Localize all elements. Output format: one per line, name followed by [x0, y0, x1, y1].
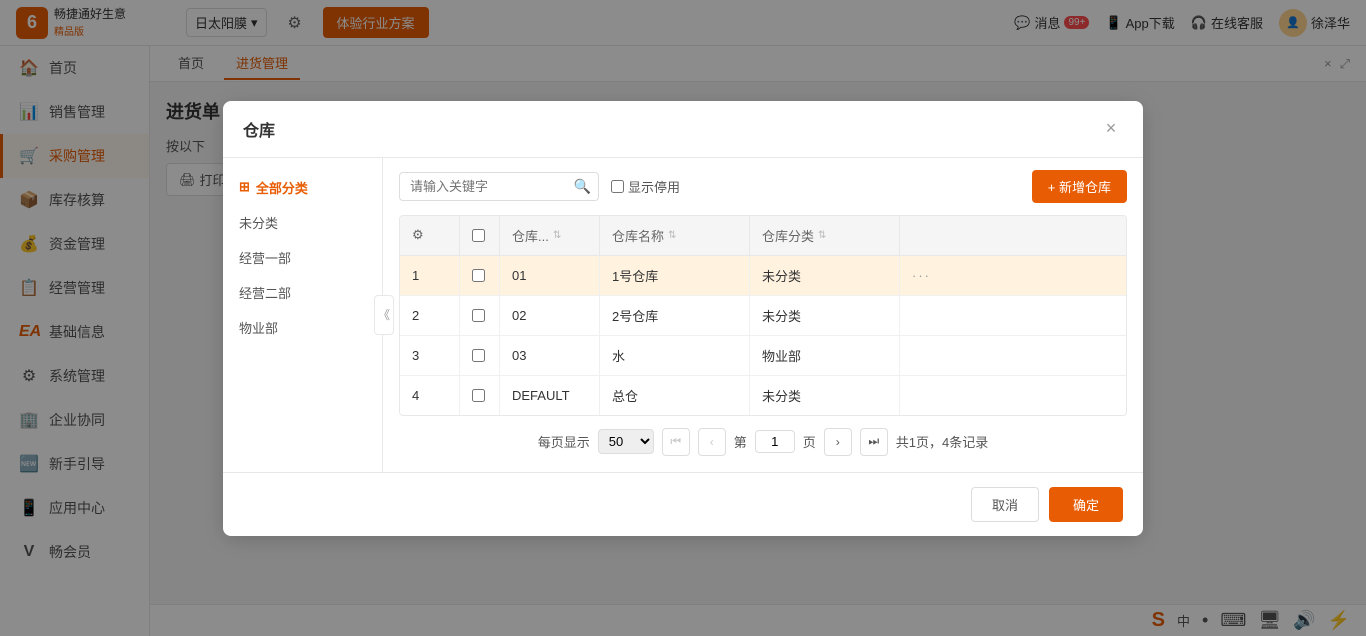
- show-disabled-checkbox[interactable]: [611, 180, 624, 193]
- search-input-wrap: 🔍: [399, 172, 599, 201]
- col-name[interactable]: 仓库名称 ⇅: [600, 216, 750, 255]
- cell-index-4: 4: [400, 376, 460, 415]
- table-row[interactable]: 1 01 1号仓库 未分类 ···: [400, 256, 1126, 296]
- cell-checkbox-4[interactable]: [460, 376, 500, 415]
- show-disabled-label[interactable]: 显示停用: [611, 177, 680, 196]
- row-checkbox-4[interactable]: [472, 389, 485, 402]
- col-action: [900, 216, 1126, 255]
- table-header: ⚙ 仓库... ⇅ 仓库名称 ⇅ 仓库分类: [400, 216, 1126, 256]
- category-collapse-button[interactable]: 《: [374, 295, 394, 335]
- row-checkbox-2[interactable]: [472, 309, 485, 322]
- category-item-property[interactable]: 物业部: [223, 310, 382, 345]
- col-category[interactable]: 仓库分类 ⇅: [750, 216, 900, 255]
- cell-name-1: 1号仓库: [600, 256, 750, 295]
- modal-header: 仓库 ×: [223, 101, 1143, 158]
- page-number-input[interactable]: [755, 430, 795, 453]
- cell-action-3: [900, 336, 1126, 375]
- first-page-btn[interactable]: ⏮: [662, 428, 690, 456]
- confirm-button[interactable]: 确定: [1049, 487, 1123, 522]
- cell-index-3: 3: [400, 336, 460, 375]
- cell-action-1: ···: [900, 256, 1126, 295]
- cell-cat-2: 未分类: [750, 296, 900, 335]
- row-action-1[interactable]: ···: [912, 268, 931, 283]
- cell-cat-4: 未分类: [750, 376, 900, 415]
- cell-code-4: DEFAULT: [500, 376, 600, 415]
- cell-index-2: 2: [400, 296, 460, 335]
- cell-checkbox-1[interactable]: [460, 256, 500, 295]
- cell-code-2: 02: [500, 296, 600, 335]
- prev-page-btn[interactable]: ‹: [698, 428, 726, 456]
- page-prefix: 第: [734, 432, 747, 451]
- cell-name-4: 总仓: [600, 376, 750, 415]
- category-item-unclassified[interactable]: 未分类: [223, 205, 382, 240]
- category-item-ops1[interactable]: 经营一部: [223, 240, 382, 275]
- cancel-button[interactable]: 取消: [971, 487, 1039, 522]
- cell-checkbox-3[interactable]: [460, 336, 500, 375]
- cell-cat-1: 未分类: [750, 256, 900, 295]
- modal-title: 仓库: [243, 117, 275, 141]
- category-item-ops2[interactable]: 经营二部: [223, 275, 382, 310]
- per-page-select[interactable]: 50 100: [598, 429, 654, 454]
- cell-name-3: 水: [600, 336, 750, 375]
- modal-body: ⊞ 全部分类 未分类 经营一部 经营二部 物业部 《 🔍: [223, 158, 1143, 472]
- table-row[interactable]: 2 02 2号仓库 未分类: [400, 296, 1126, 336]
- cell-code-1: 01: [500, 256, 600, 295]
- grid-icon: ⊞: [239, 179, 250, 195]
- content-panel: 🔍 显示停用 + 新增仓库 ⚙: [383, 158, 1143, 472]
- col-checkbox: [460, 216, 500, 255]
- col-settings: ⚙: [400, 216, 460, 255]
- per-page-label: 每页显示: [538, 432, 590, 451]
- category-all[interactable]: ⊞ 全部分类: [223, 170, 382, 205]
- page-suffix: 页: [803, 432, 816, 451]
- cell-checkbox-2[interactable]: [460, 296, 500, 335]
- warehouse-modal: 仓库 × ⊞ 全部分类 未分类 经营一部 经营二部 物业部 《: [223, 101, 1143, 536]
- pagination: 每页显示 50 100 ⏮ ‹ 第 页 › ⏭ 共1页，4条记录: [399, 416, 1127, 460]
- cell-code-3: 03: [500, 336, 600, 375]
- search-bar: 🔍 显示停用 + 新增仓库: [399, 170, 1127, 203]
- table-row[interactable]: 4 DEFAULT 总仓 未分类: [400, 376, 1126, 415]
- row-checkbox-1[interactable]: [472, 269, 485, 282]
- cell-cat-3: 物业部: [750, 336, 900, 375]
- total-label: 共1页，4条记录: [896, 432, 988, 451]
- cell-action-2: [900, 296, 1126, 335]
- search-icon[interactable]: 🔍: [574, 178, 591, 195]
- next-page-btn[interactable]: ›: [824, 428, 852, 456]
- col-code[interactable]: 仓库... ⇅: [500, 216, 600, 255]
- cell-index-1: 1: [400, 256, 460, 295]
- category-panel: ⊞ 全部分类 未分类 经营一部 经营二部 物业部 《: [223, 158, 383, 472]
- sort-cat-icon: ⇅: [818, 230, 826, 241]
- table-row[interactable]: 3 03 水 物业部: [400, 336, 1126, 376]
- cell-action-4: [900, 376, 1126, 415]
- sort-name-icon: ⇅: [668, 230, 676, 241]
- warehouse-table: ⚙ 仓库... ⇅ 仓库名称 ⇅ 仓库分类: [399, 215, 1127, 416]
- select-all-checkbox[interactable]: [472, 229, 485, 242]
- row-checkbox-3[interactable]: [472, 349, 485, 362]
- search-input[interactable]: [399, 172, 599, 201]
- sort-code-icon: ⇅: [553, 230, 561, 241]
- last-page-btn[interactable]: ⏭: [860, 428, 888, 456]
- modal-footer: 取消 确定: [223, 472, 1143, 536]
- modal-close-button[interactable]: ×: [1099, 117, 1123, 141]
- cell-name-2: 2号仓库: [600, 296, 750, 335]
- new-warehouse-btn[interactable]: + 新增仓库: [1032, 170, 1127, 203]
- modal-overlay: 仓库 × ⊞ 全部分类 未分类 经营一部 经营二部 物业部 《: [0, 0, 1366, 636]
